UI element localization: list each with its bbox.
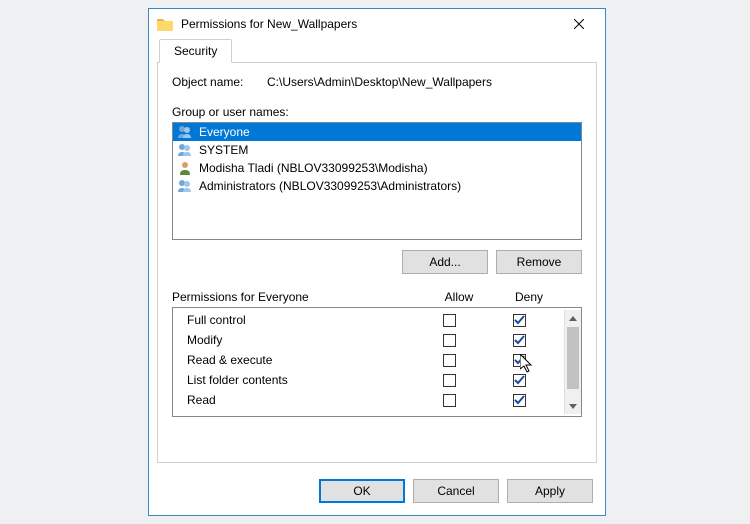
- allow-column-header: Allow: [424, 290, 494, 304]
- add-button[interactable]: Add...: [402, 250, 488, 274]
- list-item[interactable]: Everyone: [173, 123, 581, 141]
- list-item-label: Administrators (NBLOV33099253\Administra…: [199, 179, 461, 193]
- allow-checkbox[interactable]: [443, 354, 456, 367]
- dialog-buttons: OK Cancel Apply: [149, 471, 605, 515]
- user-icon: [177, 161, 193, 175]
- chevron-up-icon: [569, 316, 577, 322]
- permissions-for-label: Permissions for Everyone: [172, 290, 424, 304]
- ok-button[interactable]: OK: [319, 479, 405, 503]
- object-row: Object name: C:\Users\Admin\Desktop\New_…: [172, 75, 582, 89]
- permission-row: List folder contents: [173, 370, 564, 390]
- close-icon: [574, 19, 584, 29]
- permission-row: Read: [173, 390, 564, 410]
- object-name-label: Object name:: [172, 75, 267, 89]
- allow-checkbox[interactable]: [443, 374, 456, 387]
- deny-checkbox[interactable]: [513, 374, 526, 387]
- tabstrip: Security: [157, 39, 597, 63]
- allow-checkbox[interactable]: [443, 394, 456, 407]
- deny-checkbox[interactable]: [513, 334, 526, 347]
- permission-row: Read & execute: [173, 350, 564, 370]
- scroll-up-button[interactable]: [565, 310, 581, 327]
- permissions-listbox: Full control Modify Read & execute List fol…: [172, 307, 582, 417]
- scroll-track[interactable]: [565, 327, 581, 397]
- list-item-label: SYSTEM: [199, 143, 248, 157]
- list-item[interactable]: Modisha Tladi (NBLOV33099253\Modisha): [173, 159, 581, 177]
- list-item[interactable]: Administrators (NBLOV33099253\Administra…: [173, 177, 581, 195]
- scroll-down-button[interactable]: [565, 397, 581, 414]
- allow-checkbox[interactable]: [443, 314, 456, 327]
- deny-checkbox[interactable]: [513, 394, 526, 407]
- permission-row: Modify: [173, 330, 564, 350]
- apply-button[interactable]: Apply: [507, 479, 593, 503]
- permissions-header: Permissions for Everyone Allow Deny: [172, 290, 582, 304]
- permission-name: Full control: [187, 313, 414, 327]
- tab-security[interactable]: Security: [159, 39, 232, 63]
- groups-listbox[interactable]: Everyone SYSTEM Modisha Tladi (NBLOV330992…: [172, 122, 582, 240]
- deny-checkbox[interactable]: [513, 314, 526, 327]
- allow-checkbox[interactable]: [443, 334, 456, 347]
- folder-icon: [157, 17, 173, 31]
- security-panel: Object name: C:\Users\Admin\Desktop\New_…: [157, 63, 597, 463]
- group-icon: [177, 143, 193, 157]
- list-item[interactable]: SYSTEM: [173, 141, 581, 159]
- permissions-dialog: Permissions for New_Wallpapers Security …: [148, 8, 606, 516]
- titlebar: Permissions for New_Wallpapers: [149, 9, 605, 39]
- group-icon: [177, 125, 193, 139]
- deny-checkbox[interactable]: [513, 354, 526, 367]
- permission-name: Read: [187, 393, 414, 407]
- deny-column-header: Deny: [494, 290, 564, 304]
- group-buttons: Add... Remove: [172, 250, 582, 274]
- list-item-label: Everyone: [199, 125, 250, 139]
- chevron-down-icon: [569, 403, 577, 409]
- remove-button[interactable]: Remove: [496, 250, 582, 274]
- groups-label: Group or user names:: [172, 105, 582, 119]
- permission-name: Read & execute: [187, 353, 414, 367]
- cancel-button[interactable]: Cancel: [413, 479, 499, 503]
- permission-name: List folder contents: [187, 373, 414, 387]
- group-icon: [177, 179, 193, 193]
- list-item-label: Modisha Tladi (NBLOV33099253\Modisha): [199, 161, 428, 175]
- tab-label: Security: [174, 44, 217, 58]
- window-title: Permissions for New_Wallpapers: [181, 17, 559, 31]
- scrollbar[interactable]: [564, 310, 581, 414]
- scroll-thumb[interactable]: [567, 327, 579, 389]
- object-name-value: C:\Users\Admin\Desktop\New_Wallpapers: [267, 75, 492, 89]
- permission-name: Modify: [187, 333, 414, 347]
- close-button[interactable]: [559, 10, 599, 38]
- permission-row: Full control: [173, 310, 564, 330]
